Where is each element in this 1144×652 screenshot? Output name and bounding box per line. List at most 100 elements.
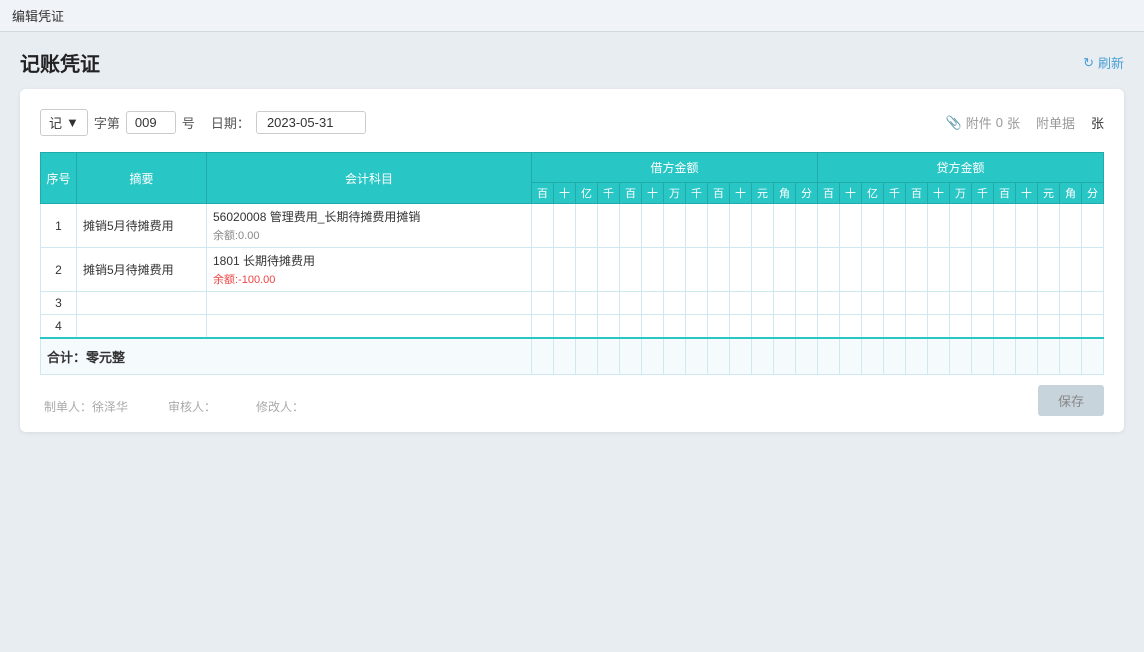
debit-cell[interactable] [730, 292, 752, 315]
debit-cell[interactable] [730, 204, 752, 248]
credit-cell[interactable] [884, 204, 906, 248]
debit-cell[interactable] [708, 292, 730, 315]
debit-cell[interactable] [620, 204, 642, 248]
row-summary[interactable]: 摊销5月待摊费用 [77, 204, 207, 248]
credit-cell[interactable] [840, 292, 862, 315]
row-summary[interactable] [77, 292, 207, 315]
debit-cell[interactable] [598, 315, 620, 339]
credit-cell[interactable] [884, 315, 906, 339]
credit-cell[interactable] [1082, 292, 1104, 315]
debit-cell[interactable] [576, 292, 598, 315]
credit-cell[interactable] [906, 248, 928, 292]
row-account[interactable] [207, 292, 532, 315]
save-button[interactable]: 保存 [1038, 385, 1104, 416]
credit-cell[interactable] [906, 315, 928, 339]
debit-cell[interactable] [642, 204, 664, 248]
debit-cell[interactable] [708, 315, 730, 339]
debit-cell[interactable] [620, 292, 642, 315]
credit-cell[interactable] [1016, 204, 1038, 248]
debit-cell[interactable] [598, 204, 620, 248]
debit-cell[interactable] [554, 292, 576, 315]
credit-cell[interactable] [862, 292, 884, 315]
credit-cell[interactable] [818, 315, 840, 339]
credit-cell[interactable] [928, 248, 950, 292]
credit-cell[interactable] [862, 204, 884, 248]
credit-cell[interactable] [1082, 204, 1104, 248]
debit-cell[interactable] [774, 248, 796, 292]
debit-cell[interactable] [708, 204, 730, 248]
credit-cell[interactable] [818, 292, 840, 315]
debit-cell[interactable] [796, 248, 818, 292]
credit-cell[interactable] [928, 204, 950, 248]
debit-cell[interactable] [620, 248, 642, 292]
debit-cell[interactable] [796, 204, 818, 248]
debit-cell[interactable] [774, 315, 796, 339]
credit-cell[interactable] [1060, 204, 1082, 248]
credit-cell[interactable] [1016, 315, 1038, 339]
debit-cell[interactable] [730, 248, 752, 292]
debit-cell[interactable] [598, 248, 620, 292]
debit-cell[interactable] [576, 248, 598, 292]
debit-cell[interactable] [532, 204, 554, 248]
credit-cell[interactable] [1082, 248, 1104, 292]
credit-cell[interactable] [840, 248, 862, 292]
credit-cell[interactable] [950, 315, 972, 339]
debit-cell[interactable] [554, 204, 576, 248]
debit-cell[interactable] [532, 315, 554, 339]
debit-cell[interactable] [752, 248, 774, 292]
debit-cell[interactable] [774, 204, 796, 248]
credit-cell[interactable] [906, 204, 928, 248]
row-account[interactable] [207, 315, 532, 339]
credit-cell[interactable] [1038, 315, 1060, 339]
debit-cell[interactable] [642, 315, 664, 339]
debit-cell[interactable] [796, 315, 818, 339]
credit-cell[interactable] [1082, 315, 1104, 339]
credit-cell[interactable] [906, 292, 928, 315]
debit-cell[interactable] [664, 315, 686, 339]
debit-cell[interactable] [686, 315, 708, 339]
debit-cell[interactable] [796, 292, 818, 315]
debit-cell[interactable] [752, 204, 774, 248]
credit-cell[interactable] [950, 248, 972, 292]
row-account[interactable]: 56020008 管理费用_长期待摊费用摊销余额:0.00 [207, 204, 532, 248]
debit-cell[interactable] [752, 315, 774, 339]
credit-cell[interactable] [994, 204, 1016, 248]
debit-cell[interactable] [532, 292, 554, 315]
credit-cell[interactable] [972, 315, 994, 339]
row-summary[interactable]: 摊销5月待摊费用 [77, 248, 207, 292]
credit-cell[interactable] [1060, 292, 1082, 315]
credit-cell[interactable] [884, 292, 906, 315]
debit-cell[interactable] [664, 292, 686, 315]
voucher-number-field[interactable]: 009 [126, 111, 176, 134]
debit-cell[interactable] [664, 248, 686, 292]
credit-cell[interactable] [1038, 248, 1060, 292]
credit-cell[interactable] [840, 315, 862, 339]
credit-cell[interactable] [994, 315, 1016, 339]
debit-cell[interactable] [642, 292, 664, 315]
refresh-button[interactable]: ↻ 刷新 [1083, 53, 1124, 72]
row-account[interactable]: 1801 长期待摊费用余额:-100.00 [207, 248, 532, 292]
credit-cell[interactable] [1060, 315, 1082, 339]
debit-cell[interactable] [598, 292, 620, 315]
debit-cell[interactable] [686, 204, 708, 248]
debit-cell[interactable] [532, 248, 554, 292]
debit-cell[interactable] [730, 315, 752, 339]
credit-cell[interactable] [928, 292, 950, 315]
debit-cell[interactable] [554, 248, 576, 292]
credit-cell[interactable] [950, 204, 972, 248]
credit-cell[interactable] [840, 204, 862, 248]
credit-cell[interactable] [1016, 292, 1038, 315]
credit-cell[interactable] [1060, 248, 1082, 292]
debit-cell[interactable] [576, 204, 598, 248]
date-field[interactable]: 2023-05-31 [256, 111, 366, 134]
debit-cell[interactable] [576, 315, 598, 339]
credit-cell[interactable] [950, 292, 972, 315]
debit-cell[interactable] [752, 292, 774, 315]
debit-cell[interactable] [664, 204, 686, 248]
credit-cell[interactable] [972, 292, 994, 315]
credit-cell[interactable] [972, 204, 994, 248]
credit-cell[interactable] [1038, 204, 1060, 248]
debit-cell[interactable] [620, 315, 642, 339]
credit-cell[interactable] [818, 248, 840, 292]
credit-cell[interactable] [994, 292, 1016, 315]
